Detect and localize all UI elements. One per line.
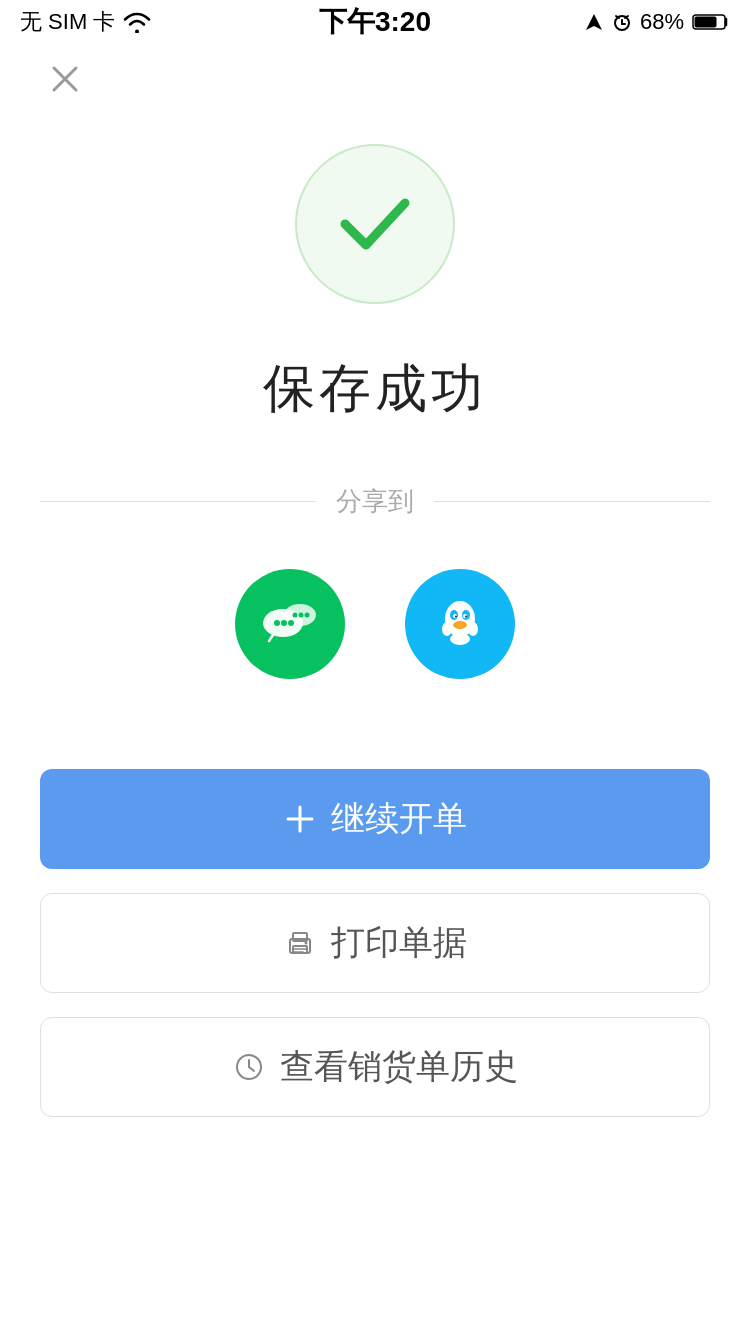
svg-rect-6 — [695, 17, 717, 28]
wifi-icon — [123, 11, 151, 33]
svg-point-18 — [442, 622, 452, 636]
printer-icon — [283, 926, 317, 960]
qq-share-button[interactable] — [405, 569, 515, 679]
svg-point-16 — [305, 613, 310, 618]
main-content: 保存成功 分享到 — [0, 44, 750, 1117]
share-label: 分享到 — [336, 484, 414, 519]
svg-point-36 — [305, 942, 308, 945]
history-button[interactable]: 查看销货单历史 — [40, 1017, 710, 1117]
print-label: 打印单据 — [331, 920, 467, 966]
share-icons-row — [40, 569, 710, 679]
svg-point-14 — [293, 613, 298, 618]
svg-point-11 — [274, 620, 280, 626]
svg-point-25 — [465, 616, 467, 618]
share-divider: 分享到 — [40, 484, 710, 519]
qq-icon — [425, 589, 495, 659]
continue-button[interactable]: 继续开单 — [40, 769, 710, 869]
battery-icon — [692, 12, 730, 32]
status-time: 下午3:20 — [319, 3, 431, 41]
alarm-icon — [612, 12, 632, 32]
share-section: 分享到 — [0, 484, 750, 699]
wechat-icon — [255, 589, 325, 659]
clock-icon — [232, 1050, 266, 1084]
history-label: 查看销货单历史 — [280, 1044, 518, 1090]
svg-point-26 — [453, 621, 467, 629]
status-right: 68% — [584, 9, 730, 35]
svg-point-24 — [455, 616, 457, 618]
svg-point-12 — [281, 620, 287, 626]
checkmark-icon — [330, 179, 420, 269]
svg-point-15 — [299, 613, 304, 618]
location-icon — [584, 12, 604, 32]
close-button[interactable] — [40, 54, 90, 104]
svg-point-19 — [468, 622, 478, 636]
plus-icon — [283, 802, 317, 836]
battery-percent: 68% — [640, 9, 684, 35]
no-sim-label: 无 SIM 卡 — [20, 7, 115, 37]
svg-rect-28 — [453, 636, 467, 640]
svg-line-39 — [249, 1067, 254, 1071]
print-button[interactable]: 打印单据 — [40, 893, 710, 993]
success-icon-circle — [295, 144, 455, 304]
wechat-share-button[interactable] — [235, 569, 345, 679]
actions-section: 继续开单 打印单据 查看销货单历史 — [0, 769, 750, 1117]
success-title: 保存成功 — [263, 354, 487, 424]
continue-label: 继续开单 — [331, 796, 467, 842]
status-left: 无 SIM 卡 — [20, 7, 151, 37]
svg-point-13 — [288, 620, 294, 626]
status-bar: 无 SIM 卡 下午3:20 68% — [0, 0, 750, 44]
